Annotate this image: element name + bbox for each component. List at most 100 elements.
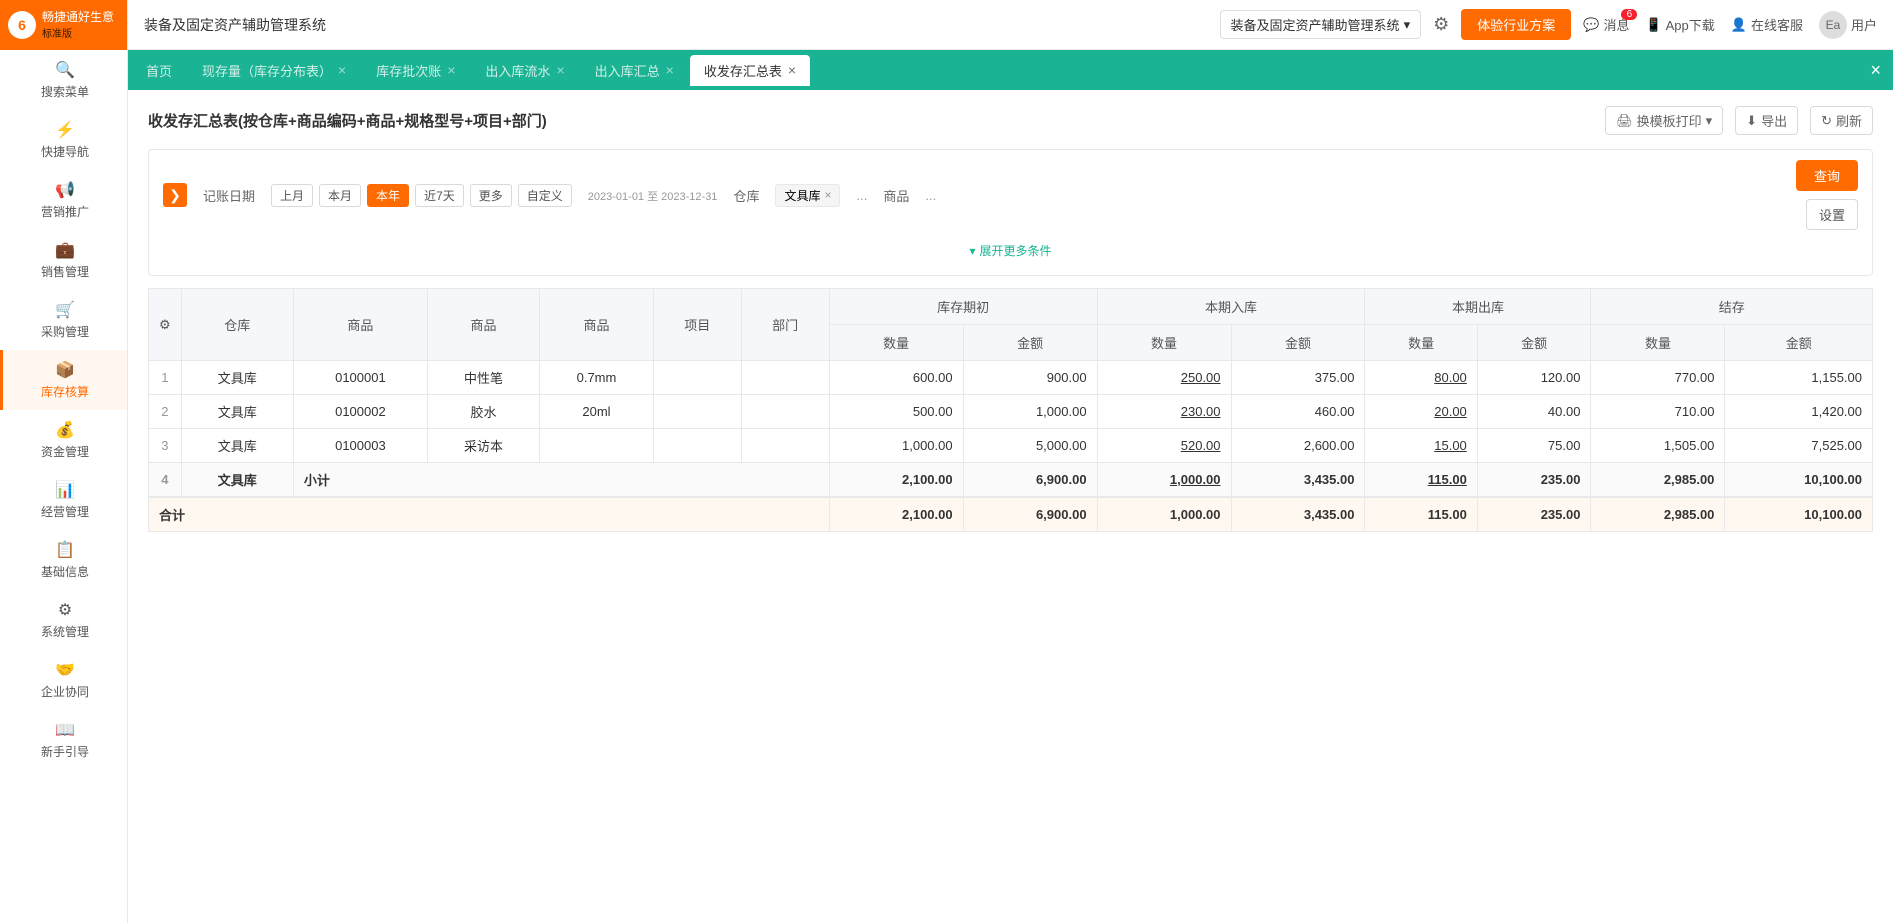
row-spec: 20ml xyxy=(540,395,654,429)
row-out-qty[interactable]: 15.00 xyxy=(1365,429,1477,463)
total-row: 合计 2,100.00 6,900.00 1,000.00 3,435.00 1… xyxy=(149,497,1873,532)
th-bal-amt: 金额 xyxy=(1725,325,1873,361)
tab-出入库汇总[interactable]: 出入库汇总× xyxy=(581,55,688,86)
row-bal-amt: 1,420.00 xyxy=(1725,395,1873,429)
export-btn[interactable]: ⬇ 导出 xyxy=(1735,106,1798,135)
subtotal-warehouse: 文具库 xyxy=(181,463,293,498)
tab-close-icon[interactable]: × xyxy=(666,63,674,77)
row-num: 3 xyxy=(149,429,182,463)
set-btn[interactable]: 设置 xyxy=(1806,199,1858,230)
tab-close-icon[interactable]: × xyxy=(788,63,796,77)
th-in-qty: 数量 xyxy=(1097,325,1231,361)
goods-ellipsis[interactable]: ... xyxy=(925,188,936,203)
warehouse-tag-close[interactable]: × xyxy=(824,188,831,202)
tab-出入库流水[interactable]: 出入库流水× xyxy=(471,55,578,86)
sidebar-item-销售管理[interactable]: 💼销售管理 xyxy=(0,230,127,290)
tab-收发存汇总表[interactable]: 收发存汇总表× xyxy=(690,55,810,86)
tab-close-icon[interactable]: × xyxy=(556,63,564,77)
query-btn[interactable]: 查询 xyxy=(1796,160,1858,191)
data-table-wrap: ⚙ 仓库 商品 商品 商品 项目 部门 库存期初 本期入库 本期出库 结存 xyxy=(148,288,1873,532)
warehouse-ellipsis[interactable]: ... xyxy=(856,188,867,203)
th-out-qty: 数量 xyxy=(1365,325,1477,361)
print-btn[interactable]: 🖨 换模板打印 ▾ xyxy=(1605,106,1723,135)
warehouse-tag: 文具库 × xyxy=(775,184,840,207)
row-dept xyxy=(741,361,829,395)
sidebar-item-企业协同[interactable]: 🤝企业协同 xyxy=(0,650,127,710)
main-area: 装备及固定资产辅助管理系统 装备及固定资产辅助管理系统 ▾ ⚙ 体验行业方案 💬… xyxy=(128,0,1893,923)
sidebar-icon: ⚡ xyxy=(55,120,75,140)
th-open-amt: 金额 xyxy=(963,325,1097,361)
sidebar-item-基础信息[interactable]: 📋基础信息 xyxy=(0,530,127,590)
subtotal-out-qty[interactable]: 115.00 xyxy=(1365,463,1477,498)
system-dropdown[interactable]: 装备及固定资产辅助管理系统 ▾ xyxy=(1220,10,1422,39)
th-opening-group: 库存期初 xyxy=(829,289,1097,325)
sidebar-item-快捷导航[interactable]: ⚡快捷导航 xyxy=(0,110,127,170)
row-code: 0100001 xyxy=(293,361,427,395)
sidebar-item-新手引导[interactable]: 📖新手引导 xyxy=(0,710,127,770)
row-bal-qty: 710.00 xyxy=(1591,395,1725,429)
row-code: 0100002 xyxy=(293,395,427,429)
row-warehouse: 文具库 xyxy=(181,395,293,429)
this-month-btn[interactable]: 本月 xyxy=(319,184,361,207)
row-dept xyxy=(741,395,829,429)
expand-more-btn[interactable]: ▾ 展开更多条件 xyxy=(969,242,1051,259)
row-open-qty: 500.00 xyxy=(829,395,963,429)
last-month-btn[interactable]: 上月 xyxy=(271,184,313,207)
date-filter-label: 记账日期 xyxy=(203,186,255,205)
tabbar-close-icon[interactable]: × xyxy=(1862,60,1889,81)
row-project xyxy=(653,429,741,463)
sidebar-item-label: 企业协同 xyxy=(41,683,89,700)
warehouse-tag-text: 文具库 xyxy=(784,187,820,204)
custom-btn[interactable]: 自定义 xyxy=(518,184,572,207)
query-actions: 查询 设置 xyxy=(1796,160,1858,230)
row-in-qty[interactable]: 250.00 xyxy=(1097,361,1231,395)
row-bal-qty: 770.00 xyxy=(1591,361,1725,395)
subtotal-in-qty[interactable]: 1,000.00 xyxy=(1097,463,1231,498)
tab-close-icon[interactable]: × xyxy=(447,63,455,77)
row-in-qty[interactable]: 230.00 xyxy=(1097,395,1231,429)
message-badge: 6 xyxy=(1621,9,1637,20)
row-spec: 0.7mm xyxy=(540,361,654,395)
subtotal-out-amt: 235.00 xyxy=(1477,463,1591,498)
message-action[interactable]: 💬 消息 6 xyxy=(1583,15,1629,34)
total-open-qty: 2,100.00 xyxy=(829,497,963,532)
experience-btn[interactable]: 体验行业方案 xyxy=(1461,9,1571,40)
subtotal-label: 小计 xyxy=(293,463,829,498)
app-download-action[interactable]: 📱 App下载 xyxy=(1645,15,1714,34)
refresh-btn[interactable]: ↻ 刷新 xyxy=(1810,106,1873,135)
user-action[interactable]: Ea 用户 xyxy=(1819,11,1877,39)
subtotal-in-amt: 3,435.00 xyxy=(1231,463,1365,498)
row-out-qty[interactable]: 80.00 xyxy=(1365,361,1477,395)
row-in-amt: 375.00 xyxy=(1231,361,1365,395)
sidebar-item-资金管理[interactable]: 💰资金管理 xyxy=(0,410,127,470)
this-year-btn[interactable]: 本年 xyxy=(367,184,409,207)
sidebar-item-搜索菜单[interactable]: 🔍搜索菜单 xyxy=(0,50,127,110)
sidebar-item-采购管理[interactable]: 🛒采购管理 xyxy=(0,290,127,350)
sidebar-item-库存核算[interactable]: 📦库存核算 xyxy=(0,350,127,410)
th-in-group: 本期入库 xyxy=(1097,289,1365,325)
tab-现存量（库存分布表）[interactable]: 现存量（库存分布表）× xyxy=(188,55,360,86)
sidebar-item-系统管理[interactable]: ⚙系统管理 xyxy=(0,590,127,650)
sidebar-icon: 📊 xyxy=(55,480,75,500)
row-out-qty[interactable]: 20.00 xyxy=(1365,395,1477,429)
filter-arrow-btn[interactable]: ❯ xyxy=(163,183,187,207)
sidebar-item-营销推广[interactable]: 📢营销推广 xyxy=(0,170,127,230)
settings-icon[interactable]: ⚙ xyxy=(1433,14,1449,35)
tab-close-icon[interactable]: × xyxy=(338,63,346,77)
export-label: 导出 xyxy=(1761,111,1787,130)
total-bal-amt: 10,100.00 xyxy=(1725,497,1873,532)
tab-label: 库存批次账 xyxy=(376,61,441,80)
sidebar-item-经营管理[interactable]: 📊经营管理 xyxy=(0,470,127,530)
row-warehouse: 文具库 xyxy=(181,361,293,395)
last7-btn[interactable]: 近7天 xyxy=(415,184,464,207)
expand-row: ▾ 展开更多条件 xyxy=(163,236,1858,265)
topbar: 装备及固定资产辅助管理系统 装备及固定资产辅助管理系统 ▾ ⚙ 体验行业方案 💬… xyxy=(128,0,1893,50)
row-in-qty[interactable]: 520.00 xyxy=(1097,429,1231,463)
online-service-action[interactable]: 👤 在线客服 xyxy=(1731,15,1803,34)
sidebar-icon: ⚙ xyxy=(58,600,72,620)
more-btn[interactable]: 更多 xyxy=(470,184,512,207)
tab-库存批次账[interactable]: 库存批次账 × xyxy=(362,55,469,86)
filter-row-1: ❯ 记账日期 上月 本月 本年 近7天 更多 自定义 2023-01-01 至 … xyxy=(163,160,1858,230)
tab-首页[interactable]: 首页 xyxy=(132,55,186,86)
th-gear[interactable]: ⚙ xyxy=(149,289,182,361)
